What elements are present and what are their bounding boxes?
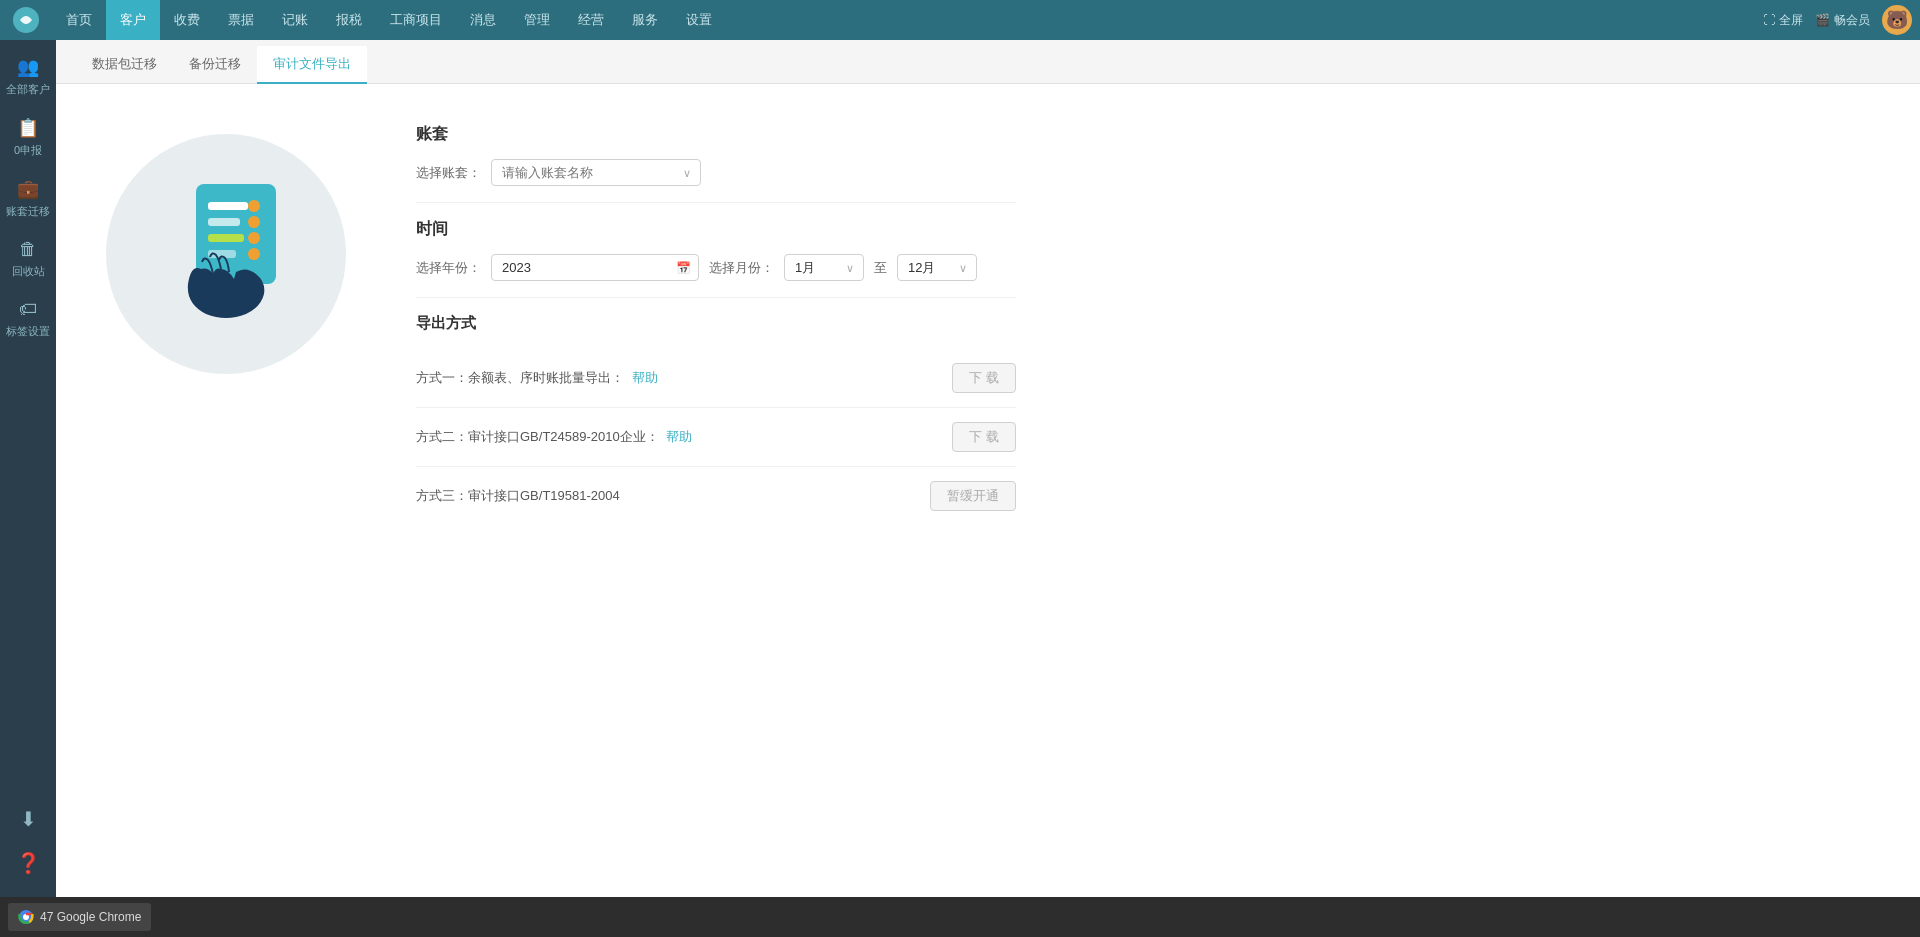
fullscreen-icon: ⛶	[1763, 13, 1775, 27]
taskbar-chrome-label: 47 Google Chrome	[40, 910, 141, 924]
nav-operation[interactable]: 经营	[564, 0, 618, 40]
nav-business[interactable]: 工商项目	[376, 0, 456, 40]
tab-backup-migrate[interactable]: 备份迁移	[173, 46, 257, 84]
download-sidebar-icon[interactable]: ⬇	[14, 801, 43, 837]
method2-description: 方式二：审计接口GB/T24589-2010企业：	[416, 429, 659, 444]
nav-manage[interactable]: 管理	[510, 0, 564, 40]
nav-right: ⛶ 全屏 🎬 畅会员 🐻	[1763, 5, 1912, 35]
sidebar-item-tag-settings[interactable]: 🏷 标签设置	[0, 291, 56, 347]
sidebar-item-recycle[interactable]: 🗑 回收站	[0, 231, 56, 287]
nav-invoice[interactable]: 票据	[214, 0, 268, 40]
month-start-wrap: 1月2月3月 4月5月6月 7月8月9月 10月11月12月	[784, 254, 864, 281]
separator-1	[416, 202, 1016, 203]
year-label: 选择年份：	[416, 259, 481, 277]
method1-download-button[interactable]: 下 载	[952, 363, 1016, 393]
sidebar-item-label: 账套迁移	[6, 204, 50, 219]
account-form-row: 选择账套： ∨	[416, 159, 1016, 186]
nav-fee[interactable]: 收费	[160, 0, 214, 40]
fullscreen-label: 全屏	[1779, 12, 1803, 29]
all-customers-icon: 👥	[17, 56, 39, 78]
time-form-row: 选择年份： 选择月份： 1月2月3月 4月5月6月 7月8月9月 10月11月1…	[416, 254, 1016, 281]
tab-bar: 数据包迁移 备份迁移 审计文件导出	[56, 40, 1920, 84]
nav-items: 首页 客户 收费 票据 记账 报税 工商项目 消息 管理 经营 服务 设置	[52, 0, 1763, 40]
method3-description: 方式三：审计接口GB/T19581-2004	[416, 488, 620, 503]
nav-service[interactable]: 服务	[618, 0, 672, 40]
sidebar-item-label: 回收站	[12, 264, 45, 279]
month-end-select[interactable]: 1月2月3月 4月5月6月 7月8月9月 10月11月12月	[897, 254, 977, 281]
method1-description: 方式一：余额表、序时账批量导出：	[416, 370, 624, 385]
account-select-wrap	[491, 159, 701, 186]
sidebar-item-label: 0申报	[14, 143, 42, 158]
sidebar-item-label: 全部客户	[6, 82, 50, 97]
content-area: 数据包迁移 备份迁移 审计文件导出	[56, 40, 1920, 897]
app-logo[interactable]	[8, 2, 44, 38]
svg-point-6	[248, 200, 260, 212]
sidebar-item-zero-declare[interactable]: 📋 0申报	[0, 109, 56, 166]
svg-point-8	[248, 232, 260, 244]
form-area: 账套 选择账套： ∨ 时间 选择年份： 选择月份：	[416, 114, 1016, 525]
nav-message[interactable]: 消息	[456, 0, 510, 40]
method3-text: 方式三：审计接口GB/T19581-2004	[416, 487, 620, 505]
export-method-1: 方式一：余额表、序时账批量导出： 帮助 下 载	[416, 349, 1016, 408]
zero-declare-icon: 📋	[17, 117, 39, 139]
avatar[interactable]: 🐻	[1882, 5, 1912, 35]
sidebar-bottom: ⬇ ❓	[10, 801, 47, 897]
method2-download-button[interactable]: 下 载	[952, 422, 1016, 452]
top-nav: 首页 客户 收费 票据 记账 报税 工商项目 消息 管理 经营 服务 设置 ⛶ …	[0, 0, 1920, 40]
account-section-title: 账套	[416, 124, 1016, 145]
tab-audit-export[interactable]: 审计文件导出	[257, 46, 367, 84]
month-end-wrap: 1月2月3月 4月5月6月 7月8月9月 10月11月12月	[897, 254, 977, 281]
account-select-input[interactable]	[491, 159, 701, 186]
account-migrate-icon: 💼	[17, 178, 39, 200]
member-button[interactable]: 🎬 畅会员	[1815, 12, 1870, 29]
month-label: 选择月份：	[709, 259, 774, 277]
month-start-select[interactable]: 1月2月3月 4月5月6月 7月8月9月 10月11月12月	[784, 254, 864, 281]
nav-home[interactable]: 首页	[52, 0, 106, 40]
svg-point-9	[248, 248, 260, 260]
method2-text: 方式二：审计接口GB/T24589-2010企业： 帮助	[416, 428, 692, 446]
member-icon: 🎬	[1815, 13, 1830, 27]
chrome-icon	[18, 909, 34, 925]
export-method-3: 方式三：审计接口GB/T19581-2004 暂缓开通	[416, 467, 1016, 525]
sidebar: 👥 全部客户 📋 0申报 💼 账套迁移 🗑 回收站 🏷 标签设置 ⬇ ❓	[0, 40, 56, 897]
export-section-title: 导出方式	[416, 314, 1016, 333]
fullscreen-button[interactable]: ⛶ 全屏	[1763, 12, 1803, 29]
separator-2	[416, 297, 1016, 298]
svg-rect-3	[208, 218, 240, 226]
taskbar: 47 Google Chrome	[0, 897, 1920, 937]
illustration-wrap	[96, 114, 356, 374]
time-section-title: 时间	[416, 219, 1016, 240]
method2-help-link[interactable]: 帮助	[666, 429, 692, 444]
nav-tax[interactable]: 报税	[322, 0, 376, 40]
page-content: 账套 选择账套： ∨ 时间 选择年份： 选择月份：	[56, 84, 1920, 897]
to-label: 至	[874, 259, 887, 277]
account-label: 选择账套：	[416, 164, 481, 182]
taskbar-chrome[interactable]: 47 Google Chrome	[8, 903, 151, 931]
main-layout: 👥 全部客户 📋 0申报 💼 账套迁移 🗑 回收站 🏷 标签设置 ⬇ ❓ 数据包…	[0, 40, 1920, 897]
svg-rect-2	[208, 202, 248, 210]
svg-point-7	[248, 216, 260, 228]
tab-data-package[interactable]: 数据包迁移	[76, 46, 173, 84]
method3-open-button[interactable]: 暂缓开通	[930, 481, 1016, 511]
svg-rect-4	[208, 234, 244, 242]
nav-bookkeeping[interactable]: 记账	[268, 0, 322, 40]
method1-text: 方式一：余额表、序时账批量导出： 帮助	[416, 369, 658, 387]
nav-settings[interactable]: 设置	[672, 0, 726, 40]
sidebar-item-label: 标签设置	[6, 324, 50, 339]
export-method-2: 方式二：审计接口GB/T24589-2010企业： 帮助 下 载	[416, 408, 1016, 467]
sidebar-item-all-customers[interactable]: 👥 全部客户	[0, 48, 56, 105]
illustration-circle	[106, 134, 346, 374]
year-input-wrap	[491, 254, 699, 281]
member-label: 畅会员	[1834, 12, 1870, 29]
recycle-icon: 🗑	[19, 239, 37, 260]
sidebar-item-account-migrate[interactable]: 💼 账套迁移	[0, 170, 56, 227]
help-sidebar-icon[interactable]: ❓	[10, 845, 47, 881]
method1-help-link[interactable]: 帮助	[632, 370, 658, 385]
nav-customer[interactable]: 客户	[106, 0, 160, 40]
year-input[interactable]	[491, 254, 699, 281]
tag-settings-icon: 🏷	[19, 299, 37, 320]
